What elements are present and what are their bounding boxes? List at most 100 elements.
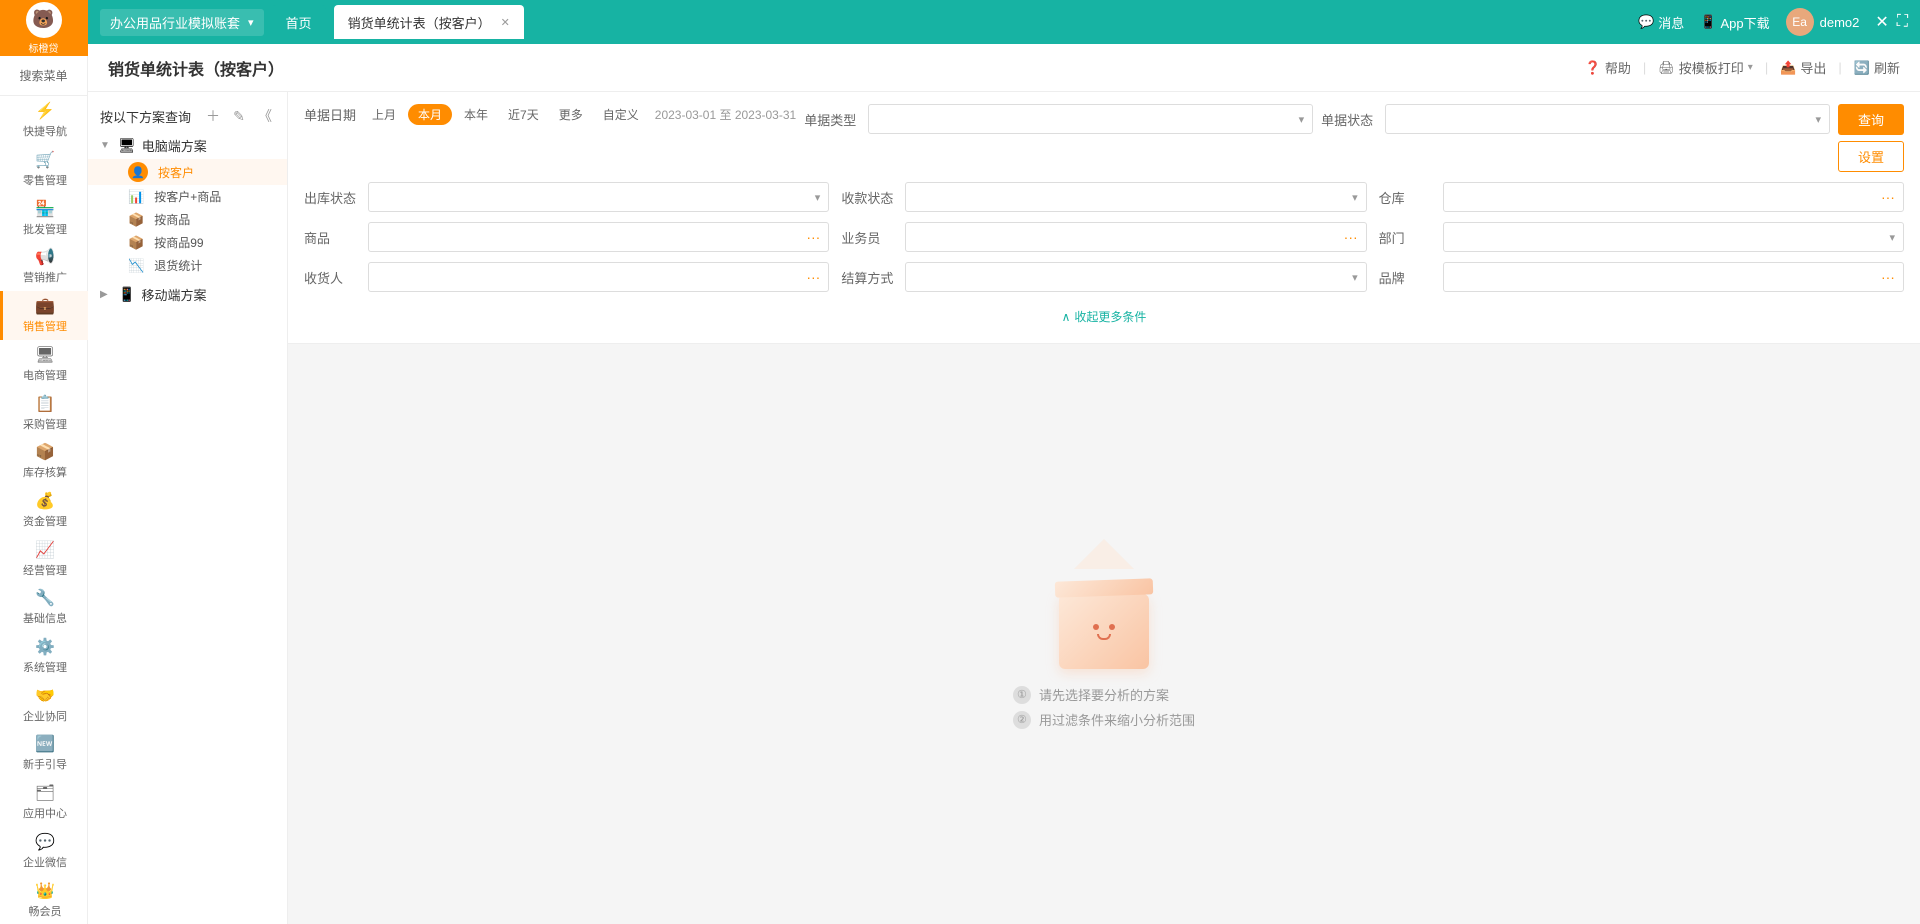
goods-group: 商品 ··· [304,222,829,252]
date-shortcuts: 上月 本月 本年 近7天 更多 自定义 2023-03-01 至 2023-03… [364,104,796,125]
app-download-btn[interactable]: 📱 App下载 [1700,13,1769,32]
export-btn[interactable]: 📤 导出 [1780,58,1826,77]
print-arrow: ▾ [1748,62,1753,73]
scheme-by-goods-99-icon: 📦 [128,235,144,251]
sidebar-item-retail[interactable]: 🛒 零售管理 [0,145,88,194]
query-button[interactable]: 查询 [1838,104,1904,135]
refresh-btn[interactable]: 🔄 刷新 [1854,58,1900,77]
sidebar-item-operations[interactable]: 📈 经营管理 [0,534,88,583]
sidebar-item-marketing[interactable]: 📢 营销推广 [0,242,88,291]
search-menu-item[interactable]: 搜索菜单 [0,56,88,96]
collapse-up-icon: ∧ [1062,310,1071,324]
scheme-by-customer-goods[interactable]: 📊 按客户+商品 [88,185,287,208]
goods-input[interactable]: ··· [368,222,829,252]
order-type-group: 单据类型 ▾ [804,104,1313,134]
desktop-icon: 🖥 [118,137,136,154]
wechat-icon: 💬 [35,832,55,852]
mobile-expand-arrow: ▶ [100,289,112,300]
salesperson-input[interactable]: ··· [905,222,1366,252]
collapse-filter-btn[interactable]: ∧ 收起更多条件 [304,302,1904,331]
sidebar-item-wholesale[interactable]: 🏪 批发管理 [0,193,88,242]
sidebar-item-system[interactable]: ⚙️ 系统管理 [0,632,88,681]
scheme-by-goods-99[interactable]: 📦 按商品99 [88,231,287,254]
order-status-label: 单据状态 [1321,110,1377,129]
tab-close-btn[interactable]: ✕ [501,16,510,29]
out-status-select[interactable]: ▾ [368,182,829,212]
sidebar-item-sales[interactable]: 💼 销售管理 [0,291,88,340]
date-last-7-days[interactable]: 近7天 [500,104,547,125]
sidebar-item-inventory[interactable]: 📦 库存核算 [0,437,88,486]
scheme-by-goods[interactable]: 📦 按商品 [88,208,287,231]
empty-state: ① 请先选择要分析的方案 ② 用过滤条件来缩小分析范围 [288,344,1920,924]
sidebar-item-shortcut[interactable]: ⚡ 快捷导航 [0,96,88,145]
setting-button[interactable]: 设置 [1838,141,1904,172]
date-last-month[interactable]: 上月 [364,104,404,125]
user-avatar: Ea [1786,8,1814,36]
user-menu[interactable]: Ea demo2 [1786,8,1860,36]
order-type-select[interactable]: ▾ [868,104,1313,134]
appcenter-icon: 🗂 [35,783,55,803]
scheme-by-customer-goods-label: 按客户+商品 [154,188,221,205]
hint-num-2: ② [1013,711,1031,729]
message-btn[interactable]: 💬 消息 [1638,13,1684,32]
goods-dots[interactable]: ··· [806,229,820,245]
date-this-month[interactable]: 本月 [408,104,452,125]
sidebar-item-appcenter[interactable]: 🗂 应用中心 [0,778,88,827]
maximize-window-btn[interactable]: ⛶ [1897,13,1908,31]
order-status-select[interactable]: ▾ [1385,104,1830,134]
print-btn[interactable]: 🖨 按模板打印 ▾ [1658,58,1753,77]
collapse-panel-btn[interactable]: 《 [255,106,275,126]
member-label: 畅会员 [29,903,62,919]
brand-input[interactable]: ··· [1443,262,1904,292]
sidebar-item-purchase[interactable]: 📋 采购管理 [0,388,88,437]
sidebar-item-basic[interactable]: 🔧 基础信息 [0,583,88,632]
page-title: 销货单统计表（按客户） [108,56,1585,80]
receiver-input[interactable]: ··· [368,262,829,292]
warehouse-dots[interactable]: ··· [1881,189,1895,205]
date-this-year[interactable]: 本年 [456,104,496,125]
box-eyes [1093,624,1115,630]
brand-dots[interactable]: ··· [1881,269,1895,285]
sidebar-item-member[interactable]: 👑 畅会员 [0,875,88,924]
sidebar-item-wechat[interactable]: 💬 企业微信 [0,827,88,876]
scheme-return-stats[interactable]: 📉 退货统计 [88,254,287,277]
sidebar-item-enterprise[interactable]: 🤝 企业协同 [0,680,88,729]
app-logo[interactable]: 🐻 标橙贷 [0,0,88,56]
edit-scheme-btn[interactable]: ✎ [229,106,249,126]
settlement-group: 结算方式 ▾ [841,262,1366,292]
date-custom[interactable]: 自定义 [595,104,647,125]
tab-home[interactable]: 首页 [272,5,326,39]
scheme-by-goods-99-label: 按商品99 [154,234,203,251]
wholesale-label: 批发管理 [23,221,67,237]
export-icon: 📤 [1780,60,1796,76]
add-scheme-btn[interactable]: ＋ [203,106,223,126]
wholesale-icon: 🏪 [35,199,55,219]
salesperson-dots[interactable]: ··· [1344,229,1358,245]
order-status-arrow: ▾ [1815,113,1821,126]
industry-select[interactable]: 办公用品行业模拟账套 ▾ [100,9,264,36]
finance-label: 资金管理 [23,513,67,529]
date-more[interactable]: 更多 [551,104,591,125]
dept-select[interactable]: ▾ [1443,222,1904,252]
close-window-btn[interactable]: ✕ [1875,12,1888,32]
warehouse-input[interactable]: ··· [1443,182,1904,212]
settlement-select[interactable]: ▾ [905,262,1366,292]
scheme-by-customer[interactable]: 👤 按客户 [88,159,287,185]
tab-sales-stats[interactable]: 销货单统计表（按客户） ✕ [334,5,524,39]
salesperson-label: 业务员 [841,228,897,247]
enterprise-icon: 🤝 [35,686,55,706]
receiver-dots[interactable]: ··· [806,269,820,285]
retail-label: 零售管理 [23,172,67,188]
help-btn[interactable]: ❓ 帮助 [1585,58,1631,77]
export-label: 导出 [1800,58,1826,77]
receive-status-select[interactable]: ▾ [905,182,1366,212]
sep1: | [1643,60,1646,75]
tree-desktop-group[interactable]: ▼ 🖥 电脑端方案 [88,132,287,159]
operations-icon: 📈 [35,540,55,560]
tree-mobile-group[interactable]: ▶ 📱 移动端方案 [88,281,287,308]
scheme-by-goods-icon: 📦 [128,212,144,228]
sidebar-item-finance[interactable]: 💰 资金管理 [0,486,88,535]
date-label: 单据日期 [304,105,360,124]
sidebar-item-ecommerce[interactable]: 🖥 电商管理 [0,340,88,389]
sidebar-item-newbie[interactable]: 🆕 新手引导 [0,729,88,778]
